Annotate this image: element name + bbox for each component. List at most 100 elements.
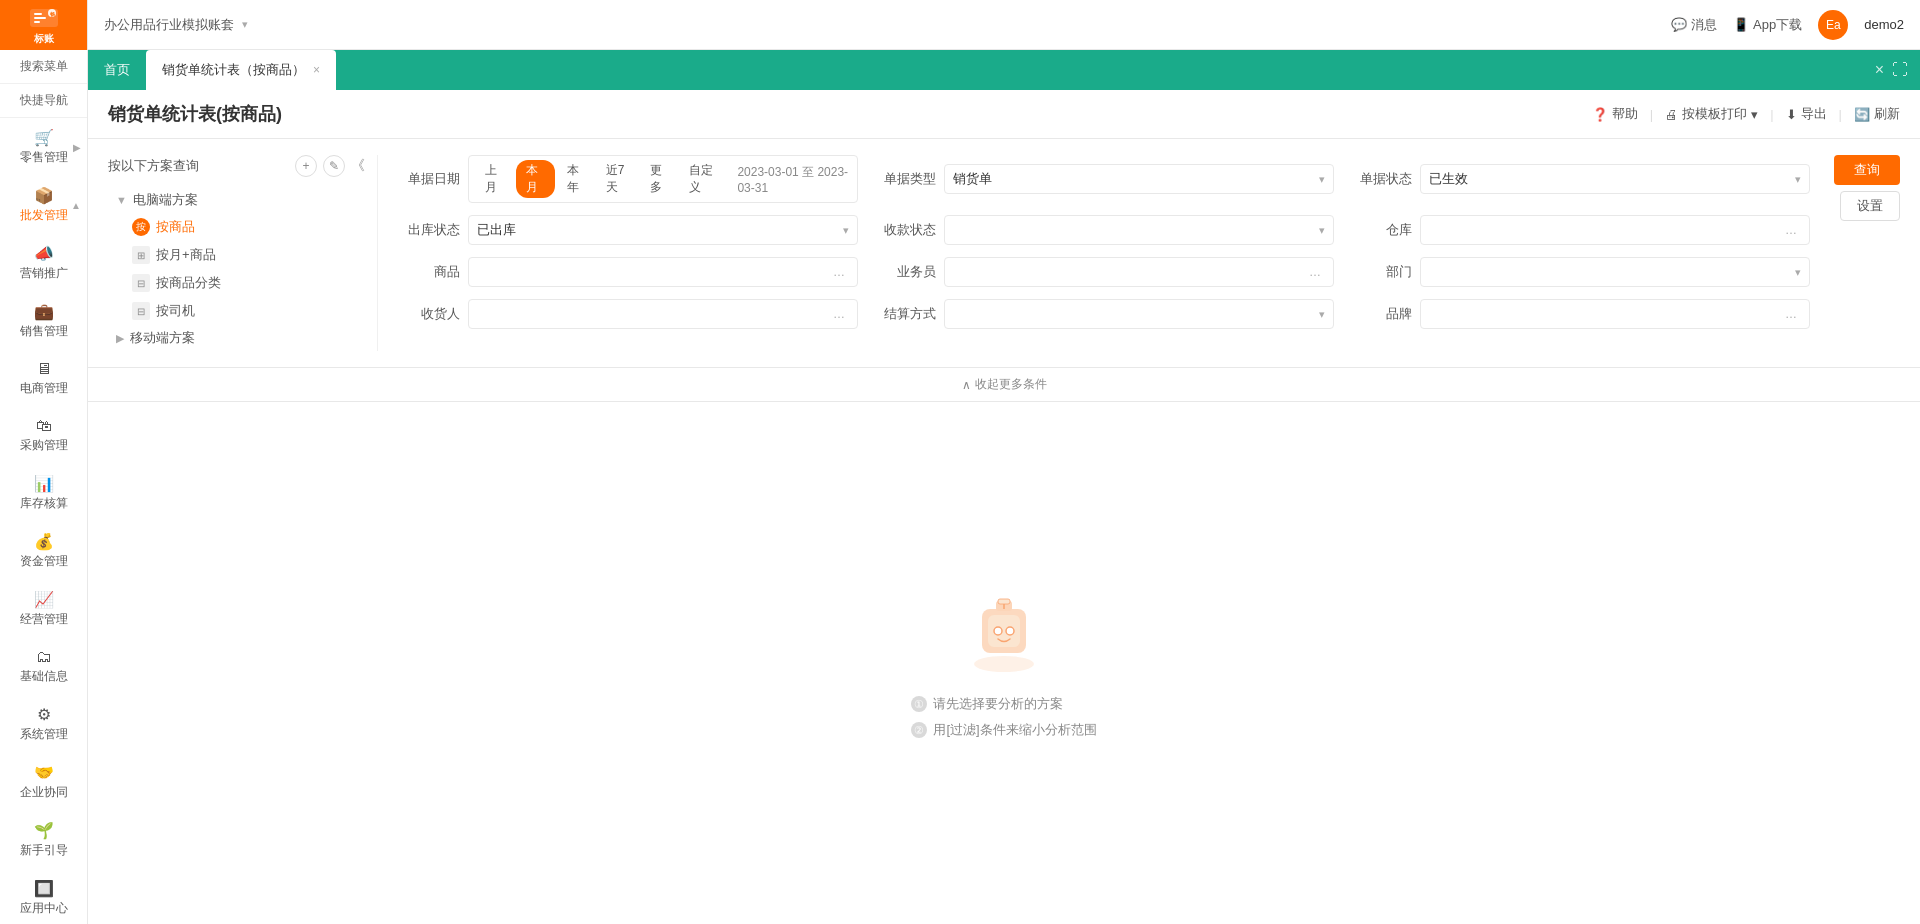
- sidebar-item-operation[interactable]: 📈 经营管理: [0, 580, 87, 638]
- tabbar-actions: × ⛶: [1875, 61, 1920, 79]
- sidebar-item-wholesale[interactable]: 📦 批发管理 ▲: [0, 176, 87, 234]
- tab-close-btn[interactable]: ×: [313, 63, 320, 77]
- doc-status-arrow: ▾: [1795, 173, 1801, 186]
- recipient-more[interactable]: …: [829, 307, 849, 321]
- set-btn[interactable]: 设置: [1840, 191, 1900, 221]
- scheme-by-category[interactable]: ⊟ 按商品分类: [124, 269, 365, 297]
- sidebar-quicknav-btn[interactable]: 快捷导航: [0, 84, 87, 118]
- filter-fields-panel: 单据日期 上月 本月 本年 近7天 更多 自定义: [378, 155, 1900, 351]
- warehouse-more[interactable]: …: [1781, 223, 1801, 237]
- out-status-label: 出库状态: [398, 221, 468, 239]
- user-name[interactable]: demo2: [1864, 17, 1904, 32]
- workspace-dropdown[interactable]: ▾: [242, 18, 248, 31]
- sidebar-item-enterprise[interactable]: 🤝 企业协同: [0, 753, 87, 811]
- dept-dropdown[interactable]: ▾: [1429, 266, 1801, 279]
- sidebar-search-btn[interactable]: 搜索菜单: [0, 50, 87, 84]
- export-btn[interactable]: ⬇ 导出: [1786, 105, 1827, 123]
- add-scheme-btn[interactable]: +: [295, 155, 317, 177]
- collapse-filter-btn[interactable]: ∧ 收起更多条件: [88, 368, 1920, 402]
- warehouse-value[interactable]: …: [1420, 215, 1810, 245]
- settlement-dropdown[interactable]: ▾: [953, 308, 1325, 321]
- svg-point-6: [974, 656, 1034, 672]
- warehouse-dropdown[interactable]: …: [1429, 223, 1801, 237]
- date-value[interactable]: 上月 本月 本年 近7天 更多 自定义 2023-03-01 至 2023-03…: [468, 155, 858, 203]
- sidebar-item-ecommerce[interactable]: 🖥 电商管理: [0, 350, 87, 407]
- salesperson-value[interactable]: …: [944, 257, 1334, 287]
- sidebar-item-purchase[interactable]: 🛍 采购管理: [0, 407, 87, 464]
- doc-type-value[interactable]: 销货单 ▾: [944, 164, 1334, 194]
- sidebar-item-retail[interactable]: 🛒 零售管理 ▶: [0, 118, 87, 176]
- tab-close-all-btn[interactable]: ×: [1875, 61, 1884, 79]
- print-btn[interactable]: 🖨 按模板打印 ▾: [1665, 105, 1758, 123]
- mobile-section-tree[interactable]: ▶ 移动端方案: [108, 325, 365, 351]
- sidebar-search-label: 搜索菜单: [20, 59, 68, 73]
- scheme-by-month-product[interactable]: ⊞ 按月+商品: [124, 241, 365, 269]
- date-last-month[interactable]: 上月: [477, 160, 512, 198]
- wholesale-arrow: ▲: [71, 200, 81, 211]
- doc-status-dropdown[interactable]: 已生效 ▾: [1429, 170, 1801, 188]
- pc-section-arrow: ▼: [116, 194, 127, 206]
- out-status-dropdown[interactable]: 已出库 ▾: [477, 221, 849, 239]
- scheme-by-product[interactable]: 按 按商品: [124, 213, 365, 241]
- out-status-arrow: ▾: [843, 224, 849, 237]
- scheme-by-cashier[interactable]: ⊟ 按司机: [124, 297, 365, 325]
- payment-status-value[interactable]: ▾: [944, 215, 1334, 245]
- topbar: 办公用品行业模拟账套 ▾ 💬 消息 📱 App下载 Ea demo2: [88, 0, 1920, 50]
- sidebar-item-inventory[interactable]: 📊 库存核算: [0, 464, 87, 522]
- refresh-label: 刷新: [1874, 105, 1900, 123]
- product-more[interactable]: …: [829, 265, 849, 279]
- payment-status-dropdown[interactable]: ▾: [953, 224, 1325, 237]
- app-download-btn[interactable]: 📱 App下载: [1733, 16, 1802, 34]
- user-avatar[interactable]: Ea: [1818, 10, 1848, 40]
- sidebar-item-marketing[interactable]: 📣 营销推广: [0, 234, 87, 292]
- recipient-dropdown[interactable]: …: [477, 307, 849, 321]
- svg-rect-2: [34, 17, 46, 19]
- brand-more[interactable]: …: [1781, 307, 1801, 321]
- brand-dropdown[interactable]: …: [1429, 307, 1801, 321]
- sidebar-item-basic[interactable]: 🗂 基础信息: [0, 638, 87, 695]
- pc-section-tree[interactable]: ▼ 电脑端方案: [108, 187, 365, 213]
- purchase-icon: 🛍: [36, 417, 52, 435]
- sidebar-item-newbie[interactable]: 🌱 新手引导: [0, 811, 87, 869]
- inventory-icon: 📊: [34, 474, 54, 493]
- edit-scheme-btn[interactable]: ✎: [323, 155, 345, 177]
- message-icon: 💬: [1671, 17, 1687, 32]
- sidebar-item-finance[interactable]: 💰 资金管理: [0, 522, 87, 580]
- by-product-icon: 按: [132, 218, 150, 236]
- app-download-label: App下载: [1753, 16, 1802, 34]
- out-status-value[interactable]: 已出库 ▾: [468, 215, 858, 245]
- tab-expand-btn[interactable]: ⛶: [1892, 61, 1908, 79]
- product-dropdown[interactable]: …: [477, 265, 849, 279]
- filter-row-1: 单据日期 上月 本月 本年 近7天 更多 自定义: [398, 155, 1810, 203]
- doc-status-value[interactable]: 已生效 ▾: [1420, 164, 1810, 194]
- dept-value[interactable]: ▾: [1420, 257, 1810, 287]
- query-btn[interactable]: 查询: [1834, 155, 1900, 185]
- message-btn[interactable]: 💬 消息: [1671, 16, 1717, 34]
- date-more[interactable]: 更多: [642, 160, 677, 198]
- tab-sales-stat[interactable]: 销货单统计表（按商品） ×: [146, 50, 336, 90]
- recipient-value[interactable]: …: [468, 299, 858, 329]
- salesperson-dropdown[interactable]: …: [953, 265, 1325, 279]
- help-btn[interactable]: ❓ 帮助: [1592, 105, 1638, 123]
- salesperson-more[interactable]: …: [1305, 265, 1325, 279]
- sidebar-item-appstore[interactable]: 🔲 应用中心: [0, 869, 87, 924]
- collapse-scheme-btn[interactable]: 《: [351, 157, 365, 175]
- settlement-value[interactable]: ▾: [944, 299, 1334, 329]
- doc-status-label: 单据状态: [1350, 170, 1420, 188]
- doc-type-dropdown[interactable]: 销货单 ▾: [953, 170, 1325, 188]
- product-value[interactable]: …: [468, 257, 858, 287]
- retail-arrow: ▶: [73, 142, 81, 153]
- date-custom[interactable]: 自定义: [681, 160, 725, 198]
- warehouse-label: 仓库: [1350, 221, 1420, 239]
- date-this-month[interactable]: 本月: [516, 160, 555, 198]
- tab-home[interactable]: 首页: [88, 50, 146, 90]
- sidebar-item-sales[interactable]: 💼 销售管理: [0, 292, 87, 350]
- refresh-btn[interactable]: 🔄 刷新: [1854, 105, 1900, 123]
- logo-icon: 畅: [28, 5, 60, 31]
- date-this-year[interactable]: 本年: [559, 160, 594, 198]
- date-7days[interactable]: 近7天: [598, 160, 638, 198]
- page-title: 销货单统计表(按商品): [108, 102, 282, 138]
- brand-value[interactable]: …: [1420, 299, 1810, 329]
- field-warehouse: 仓库 …: [1350, 215, 1810, 245]
- sidebar-item-system[interactable]: ⚙ 系统管理: [0, 695, 87, 753]
